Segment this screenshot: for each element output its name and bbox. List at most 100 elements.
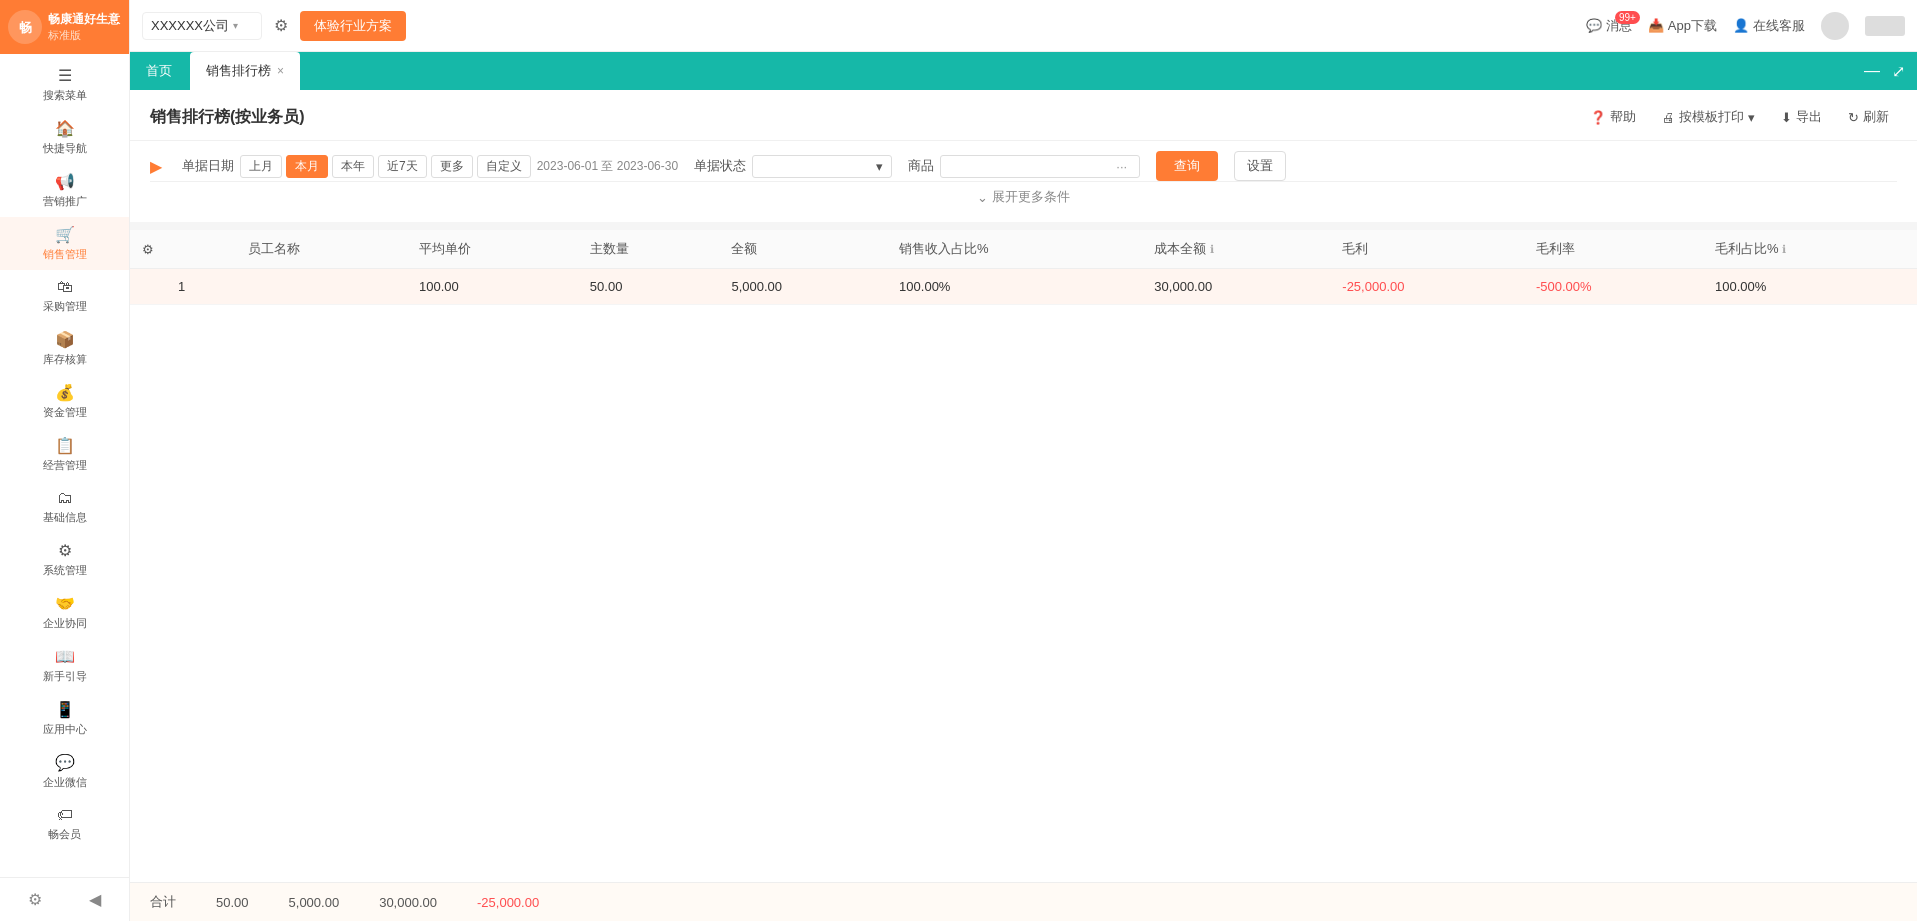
sidebar-label-sales: 销售管理 <box>43 247 87 262</box>
purchase-icon: 🛍 <box>57 278 73 296</box>
col-main-qty: 主数量 <box>578 230 720 269</box>
sales-icon: 🛒 <box>55 225 75 244</box>
date-btn-7days[interactable]: 近7天 <box>378 155 427 178</box>
cost-amount-info-icon: ℹ <box>1210 243 1214 255</box>
sidebar-label-inventory: 库存核算 <box>43 352 87 367</box>
page-content: 销售排行榜(按业务员) ❓ 帮助 🖨 按模板打印 ▾ ⬇ 导出 ↻ 刷新 <box>130 90 1917 921</box>
newbie-guide-icon: 📖 <box>55 647 75 666</box>
sidebar-item-enterprise-wechat[interactable]: 💬 企业微信 <box>0 745 129 798</box>
quick-nav-icon: 🏠 <box>55 119 75 138</box>
export-icon: ⬇ <box>1781 110 1792 125</box>
col-index <box>166 230 236 269</box>
sidebar-item-sales[interactable]: 🛒 销售管理 <box>0 217 129 270</box>
sidebar-label-quick-nav: 快捷导航 <box>43 141 87 156</box>
sidebar-item-basic-info[interactable]: 🗂 基础信息 <box>0 481 129 533</box>
cell-gross-rate: -500.00% <box>1524 269 1703 305</box>
total-cost-value: 30,000.00 <box>379 895 437 910</box>
sidebar-item-purchase[interactable]: 🛍 采购管理 <box>0 270 129 322</box>
refresh-icon: ↻ <box>1848 110 1859 125</box>
company-selector[interactable]: XXXXXX公司 ▾ <box>142 12 262 40</box>
date-btn-prev-month[interactable]: 上月 <box>240 155 282 178</box>
main-content: XXXXXX公司 ▾ ⚙ 体验行业方案 💬 消息 99+ 📥 App下载 👤 在… <box>130 0 1917 921</box>
cell-cost-amount: 30,000.00 <box>1142 269 1330 305</box>
message-icon: 💬 <box>1586 18 1602 33</box>
service-icon: 👤 <box>1733 18 1749 33</box>
sidebar-item-member[interactable]: 🏷 畅会员 <box>0 798 129 850</box>
enterprise-wechat-icon: 💬 <box>55 753 75 772</box>
sidebar-item-operations[interactable]: 📋 经营管理 <box>0 428 129 481</box>
company-name: XXXXXX公司 <box>151 17 229 35</box>
app-download-btn[interactable]: 📥 App下载 <box>1648 17 1717 35</box>
sidebar-settings-btn[interactable]: ⚙ <box>24 886 46 913</box>
message-badge: 99+ <box>1615 11 1640 24</box>
tab-close-icon[interactable]: × <box>277 64 284 78</box>
date-btn-custom[interactable]: 自定义 <box>477 155 531 178</box>
enterprise-collab-icon: 🤝 <box>55 594 75 613</box>
date-btn-more[interactable]: 更多 <box>431 155 473 178</box>
sidebar-label-finance: 资金管理 <box>43 405 87 420</box>
template-print-btn[interactable]: 🖨 按模板打印 ▾ <box>1654 104 1763 130</box>
filter-expand-arrow[interactable]: ▶ <box>150 157 162 176</box>
topbar-gear-btn[interactable]: ⚙ <box>270 12 292 39</box>
sidebar-label-enterprise-wechat: 企业微信 <box>43 775 87 790</box>
refresh-btn[interactable]: ↻ 刷新 <box>1840 104 1897 130</box>
tab-minimize-btn[interactable]: — <box>1864 62 1880 80</box>
sidebar-collapse-btn[interactable]: ◀ <box>85 886 105 913</box>
sidebar-item-finance[interactable]: 💰 资金管理 <box>0 375 129 428</box>
cell-main-qty: 50.00 <box>578 269 720 305</box>
status-label: 单据状态 <box>694 157 746 175</box>
sidebar-item-quick-nav[interactable]: 🏠 快捷导航 <box>0 111 129 164</box>
goods-label: 商品 <box>908 157 934 175</box>
cell-amount: 5,000.00 <box>719 269 887 305</box>
operations-icon: 📋 <box>55 436 75 455</box>
date-btn-current-month[interactable]: 本月 <box>286 155 328 178</box>
settings-btn[interactable]: 设置 <box>1234 151 1286 181</box>
total-label: 合计 <box>150 893 176 911</box>
goods-input-dots[interactable]: ··· <box>1112 159 1131 174</box>
sidebar-item-enterprise-collab[interactable]: 🤝 企业协同 <box>0 586 129 639</box>
export-btn[interactable]: ⬇ 导出 <box>1773 104 1830 130</box>
date-label: 单据日期 <box>182 157 234 175</box>
total-bar: 合计 50.00 5,000.00 30,000.00 -25,000.00 <box>130 882 1917 921</box>
sidebar-label-marketing: 营销推广 <box>43 194 87 209</box>
goods-filter-group: 商品 ··· <box>908 155 1140 178</box>
sidebar-item-marketing[interactable]: 📢 营销推广 <box>0 164 129 217</box>
help-btn[interactable]: ❓ 帮助 <box>1582 104 1644 130</box>
inventory-icon: 📦 <box>55 330 75 349</box>
sidebar-item-inventory[interactable]: 📦 库存核算 <box>0 322 129 375</box>
sidebar-item-system[interactable]: ⚙ 系统管理 <box>0 533 129 586</box>
table-header-row: ⚙ 员工名称 平均单价 主数量 全额 销售收入占比% 成本全额 ℹ 毛利 毛利率 <box>130 230 1917 269</box>
sidebar-item-newbie-guide[interactable]: 📖 新手引导 <box>0 639 129 692</box>
sidebar-item-search-orders[interactable]: ☰ 搜索菜单 <box>0 58 129 111</box>
goods-input[interactable]: ··· <box>940 155 1140 178</box>
col-settings[interactable]: ⚙ <box>130 230 166 269</box>
online-service-btn[interactable]: 👤 在线客服 <box>1733 17 1805 35</box>
query-btn[interactable]: 查询 <box>1156 151 1218 181</box>
sidebar-item-app-center[interactable]: 📱 应用中心 <box>0 692 129 745</box>
gross-pct-info-icon: ℹ <box>1782 243 1786 255</box>
status-select[interactable]: ▾ <box>752 155 892 178</box>
tab-home[interactable]: 首页 <box>130 52 188 90</box>
trial-btn[interactable]: 体验行业方案 <box>300 11 406 41</box>
expand-row: ⌄ 展开更多条件 <box>150 181 1897 212</box>
total-cost: 30,000.00 <box>379 895 437 910</box>
message-btn[interactable]: 💬 消息 99+ <box>1586 17 1632 35</box>
date-buttons: 上月 本月 本年 近7天 更多 自定义 <box>240 155 531 178</box>
expand-down-icon: ⌄ <box>977 190 988 205</box>
expand-more-btn[interactable]: ⌄ 展开更多条件 <box>977 188 1070 206</box>
tab-sales-ranking[interactable]: 销售排行榜 × <box>190 52 300 90</box>
sidebar-label-operations: 经营管理 <box>43 458 87 473</box>
total-main-qty-value: 50.00 <box>216 895 249 910</box>
data-table: ⚙ 员工名称 平均单价 主数量 全额 销售收入占比% 成本全额 ℹ 毛利 毛利率 <box>130 230 1917 305</box>
total-amount-value: 5,000.00 <box>289 895 340 910</box>
tab-maximize-btn[interactable]: ⤢ <box>1892 62 1905 81</box>
date-btn-current-year[interactable]: 本年 <box>332 155 374 178</box>
cell-avg-price: 100.00 <box>407 269 578 305</box>
topbar: XXXXXX公司 ▾ ⚙ 体验行业方案 💬 消息 99+ 📥 App下载 👤 在… <box>130 0 1917 52</box>
template-print-chevron: ▾ <box>1748 110 1755 125</box>
download-icon: 📥 <box>1648 18 1664 33</box>
finance-icon: 💰 <box>55 383 75 402</box>
print-icon: 🖨 <box>1662 110 1675 125</box>
user-avatar[interactable] <box>1821 12 1849 40</box>
user-name <box>1865 16 1905 36</box>
